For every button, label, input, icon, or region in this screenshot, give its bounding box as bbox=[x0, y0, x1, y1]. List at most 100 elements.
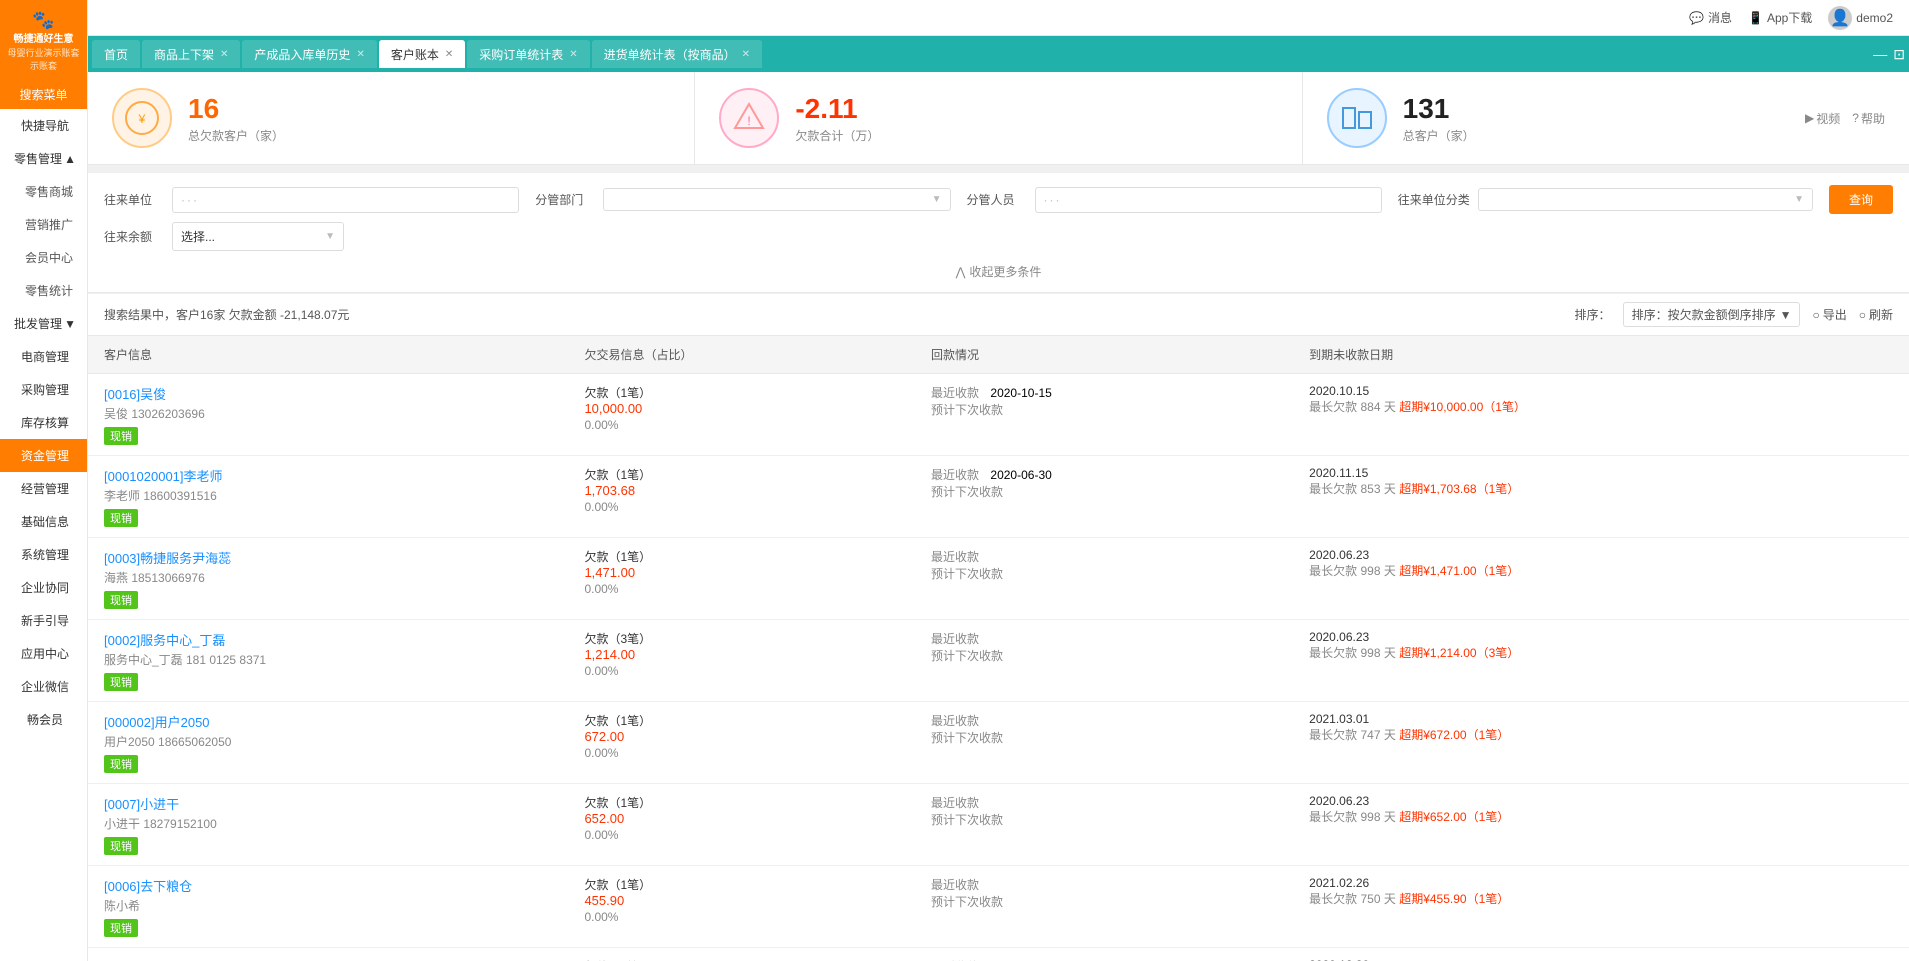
overdue-days-5: 最长欠款 998 天 超期¥652.00（1笔） bbox=[1309, 808, 1893, 825]
manager-input[interactable]: ··· bbox=[1035, 187, 1382, 213]
sidebar-item-inventory[interactable]: 库存核算 bbox=[0, 406, 87, 439]
sidebar-item-enterprise-wechat[interactable]: 企业微信 bbox=[0, 670, 87, 703]
tab-products-off[interactable]: 商品上下架 ✕ bbox=[142, 40, 240, 68]
sidebar-item-new-guide[interactable]: 新手引导 bbox=[0, 604, 87, 637]
sidebar-item-basic-info[interactable]: 基础信息 bbox=[0, 505, 87, 538]
overdue-amount-3[interactable]: 超期¥1,214.00（3笔） bbox=[1399, 646, 1519, 660]
sidebar-item-app-center[interactable]: 应用中心 bbox=[0, 637, 87, 670]
stat-value-overdue-amount: -2.11 bbox=[795, 92, 879, 126]
customer-name-0[interactable]: [0016]吴俊 bbox=[104, 384, 552, 403]
message-icon: 💬 bbox=[1689, 11, 1704, 25]
tab-customer-account[interactable]: 客户账本 ✕ bbox=[379, 40, 465, 68]
search-menu-label: 搜索菜单 bbox=[19, 88, 67, 102]
cell-due-0: 2020.10.15 最长欠款 884 天 超期¥10,000.00（1笔） bbox=[1293, 374, 1909, 456]
user-menu[interactable]: 👤 demo2 bbox=[1828, 6, 1893, 30]
data-table: 客户信息 欠交易信息（占比） 回款情况 到期未收款日期 [0016]吴俊 吴俊 … bbox=[88, 336, 1909, 961]
customer-name-4[interactable]: [000002]用户2050 bbox=[104, 712, 552, 731]
table-row: [0016]吴俊 吴俊 13026203696 现销 欠款（1笔） 10,000… bbox=[88, 374, 1909, 456]
sidebar-item-quick-nav[interactable]: 快捷导航 bbox=[0, 109, 87, 142]
tab-close-incoming[interactable]: ✕ bbox=[742, 49, 750, 60]
overdue-amount-0[interactable]: 超期¥10,000.00（1笔） bbox=[1399, 400, 1526, 414]
customer-name-6[interactable]: [0006]去下粮仓 bbox=[104, 876, 552, 895]
vendor-input[interactable]: ··· bbox=[172, 187, 519, 213]
collapse-row[interactable]: ⋀ 收起更多条件 bbox=[104, 259, 1893, 284]
query-button[interactable]: 查询 bbox=[1829, 185, 1893, 214]
cell-customer-1: [0001020001]李老师 李老师 18600391516 现销 bbox=[88, 456, 568, 538]
tab-close-customer[interactable]: ✕ bbox=[445, 49, 453, 60]
filter-area: 往来单位 ··· 分管部门 ▼ 分管人员 ··· bbox=[88, 173, 1909, 293]
tabs-minimize-icon[interactable]: — bbox=[1873, 46, 1887, 63]
customer-name-5[interactable]: [0007]小进干 bbox=[104, 794, 552, 813]
overdue-amount-2[interactable]: 超期¥1,471.00（1笔） bbox=[1399, 564, 1519, 578]
video-btn[interactable]: ▶ 视频 bbox=[1805, 110, 1840, 127]
sidebar-logo: 🐾 畅捷通好生意 母婴行业演示账套 示账套 bbox=[0, 0, 87, 80]
owe-amount-4[interactable]: 672.00 bbox=[584, 729, 899, 744]
customer-name-1[interactable]: [0001020001]李老师 bbox=[104, 466, 552, 485]
sidebar-item-retail-stats[interactable]: 零售统计 bbox=[0, 274, 87, 307]
sidebar-item-member-center[interactable]: 会员中心 bbox=[0, 241, 87, 274]
sidebar-search[interactable]: 搜索菜单 bbox=[0, 80, 87, 109]
tab-close-production[interactable]: ✕ bbox=[356, 49, 364, 60]
tab-close-products[interactable]: ✕ bbox=[220, 49, 228, 60]
sidebar-item-enterprise-coop[interactable]: 企业协同 bbox=[0, 571, 87, 604]
owe-count-3: 欠款（3笔） bbox=[584, 630, 899, 647]
help-btn[interactable]: ? 帮助 bbox=[1852, 110, 1885, 127]
sidebar-item-retail-mgmt[interactable]: 零售管理 ▲ bbox=[0, 142, 87, 175]
table-header-row: 客户信息 欠交易信息（占比） 回款情况 到期未收款日期 bbox=[88, 336, 1909, 374]
col-due-date: 到期未收款日期 bbox=[1293, 336, 1909, 374]
cell-customer-6: [0006]去下粮仓 陈小希 现销 bbox=[88, 866, 568, 948]
customer-name-3[interactable]: [0002]服务中心_丁磊 bbox=[104, 630, 552, 649]
department-select[interactable]: ▼ bbox=[603, 188, 950, 211]
balance-select[interactable]: 选择... ▼ bbox=[172, 222, 344, 251]
last-payment-1: 最近收款 2020-06-30 bbox=[931, 466, 1277, 483]
filter-row-1: 往来单位 ··· 分管部门 ▼ 分管人员 ··· bbox=[104, 185, 1893, 214]
sidebar-item-vip-member[interactable]: 畅会员 bbox=[0, 703, 87, 736]
customer-contact-0: 吴俊 13026203696 bbox=[104, 405, 552, 422]
customer-name-2[interactable]: [0003]畅捷服务尹海蕊 bbox=[104, 548, 552, 567]
owe-amount-5[interactable]: 652.00 bbox=[584, 811, 899, 826]
stat-value-overdue-customers: 16 bbox=[188, 92, 284, 126]
sidebar-item-operations[interactable]: 经营管理 bbox=[0, 472, 87, 505]
due-date-0: 2020.10.15 bbox=[1309, 384, 1893, 398]
svg-text:¥: ¥ bbox=[138, 112, 146, 126]
export-btn[interactable]: ○ 导出 bbox=[1812, 306, 1846, 323]
owe-amount-3[interactable]: 1,214.00 bbox=[584, 647, 899, 662]
sidebar-item-system[interactable]: 系统管理 bbox=[0, 538, 87, 571]
tab-close-purchase[interactable]: ✕ bbox=[569, 49, 577, 60]
chevron-down-icon: ▲ bbox=[64, 152, 76, 166]
sidebar-item-ecommerce[interactable]: 电商管理 bbox=[0, 340, 87, 373]
sidebar-item-finance[interactable]: 资金管理 bbox=[0, 439, 87, 472]
cell-payment-6: 最近收款 预计下次收款 bbox=[915, 866, 1293, 948]
stat-label-overdue-customers: 总欠款客户（家） bbox=[188, 127, 284, 144]
tab-purchase-summary[interactable]: 采购订单统计表 ✕ bbox=[467, 40, 589, 68]
owe-amount-1[interactable]: 1,703.68 bbox=[584, 483, 899, 498]
overdue-amount-6[interactable]: 超期¥455.90（1笔） bbox=[1399, 892, 1509, 906]
overdue-amount-1[interactable]: 超期¥1,703.68（1笔） bbox=[1399, 482, 1519, 496]
tab-incoming-summary[interactable]: 进货单统计表（按商品） ✕ bbox=[592, 40, 762, 68]
owe-amount-6[interactable]: 455.90 bbox=[584, 893, 899, 908]
cell-due-7: 2020.12.30 最长欠款 808 天 超期¥429.00（1笔） bbox=[1293, 948, 1909, 961]
sidebar-item-marketing[interactable]: 营销推广 bbox=[0, 208, 87, 241]
sidebar-item-batch-mgmt[interactable]: 批发管理 ▼ bbox=[0, 307, 87, 340]
tab-home[interactable]: 首页 bbox=[92, 40, 140, 68]
table-row: [0002]服务中心_丁磊 服务中心_丁磊 181 0125 8371 现销 欠… bbox=[88, 620, 1909, 702]
refresh-btn[interactable]: ○ 刷新 bbox=[1859, 306, 1893, 323]
sidebar-item-retail-mall[interactable]: 零售商城 bbox=[0, 175, 87, 208]
vendor-type-select[interactable]: ▼ bbox=[1478, 188, 1813, 211]
cell-owe-4: 欠款（1笔） 672.00 0.00% bbox=[568, 702, 915, 784]
message-btn[interactable]: 💬 消息 bbox=[1689, 9, 1732, 26]
app-subtitle: 母婴行业演示账套 bbox=[4, 47, 83, 60]
app-download-btn[interactable]: 📱 App下载 bbox=[1748, 9, 1812, 26]
sort-select[interactable]: 排序：按欠款金额倒序排序 ▼ bbox=[1623, 302, 1801, 327]
stat-card-total-customers: 131 总客户（家） ▶ 视频 ? 帮助 bbox=[1303, 72, 1909, 164]
overdue-amount-4[interactable]: 超期¥672.00（1笔） bbox=[1399, 728, 1509, 742]
sidebar-item-purchase[interactable]: 采购管理 bbox=[0, 373, 87, 406]
tabs-maximize-icon[interactable]: ⊡ bbox=[1893, 46, 1905, 63]
tab-production-history[interactable]: 产成品入库单历史 ✕ bbox=[242, 40, 376, 68]
stat-icon-amount: ! bbox=[719, 88, 779, 148]
next-payment-5: 预计下次收款 bbox=[931, 811, 1277, 828]
overdue-amount-5[interactable]: 超期¥652.00（1笔） bbox=[1399, 810, 1509, 824]
owe-amount-0[interactable]: 10,000.00 bbox=[584, 401, 899, 416]
next-payment-6: 预计下次收款 bbox=[931, 893, 1277, 910]
owe-amount-2[interactable]: 1,471.00 bbox=[584, 565, 899, 580]
